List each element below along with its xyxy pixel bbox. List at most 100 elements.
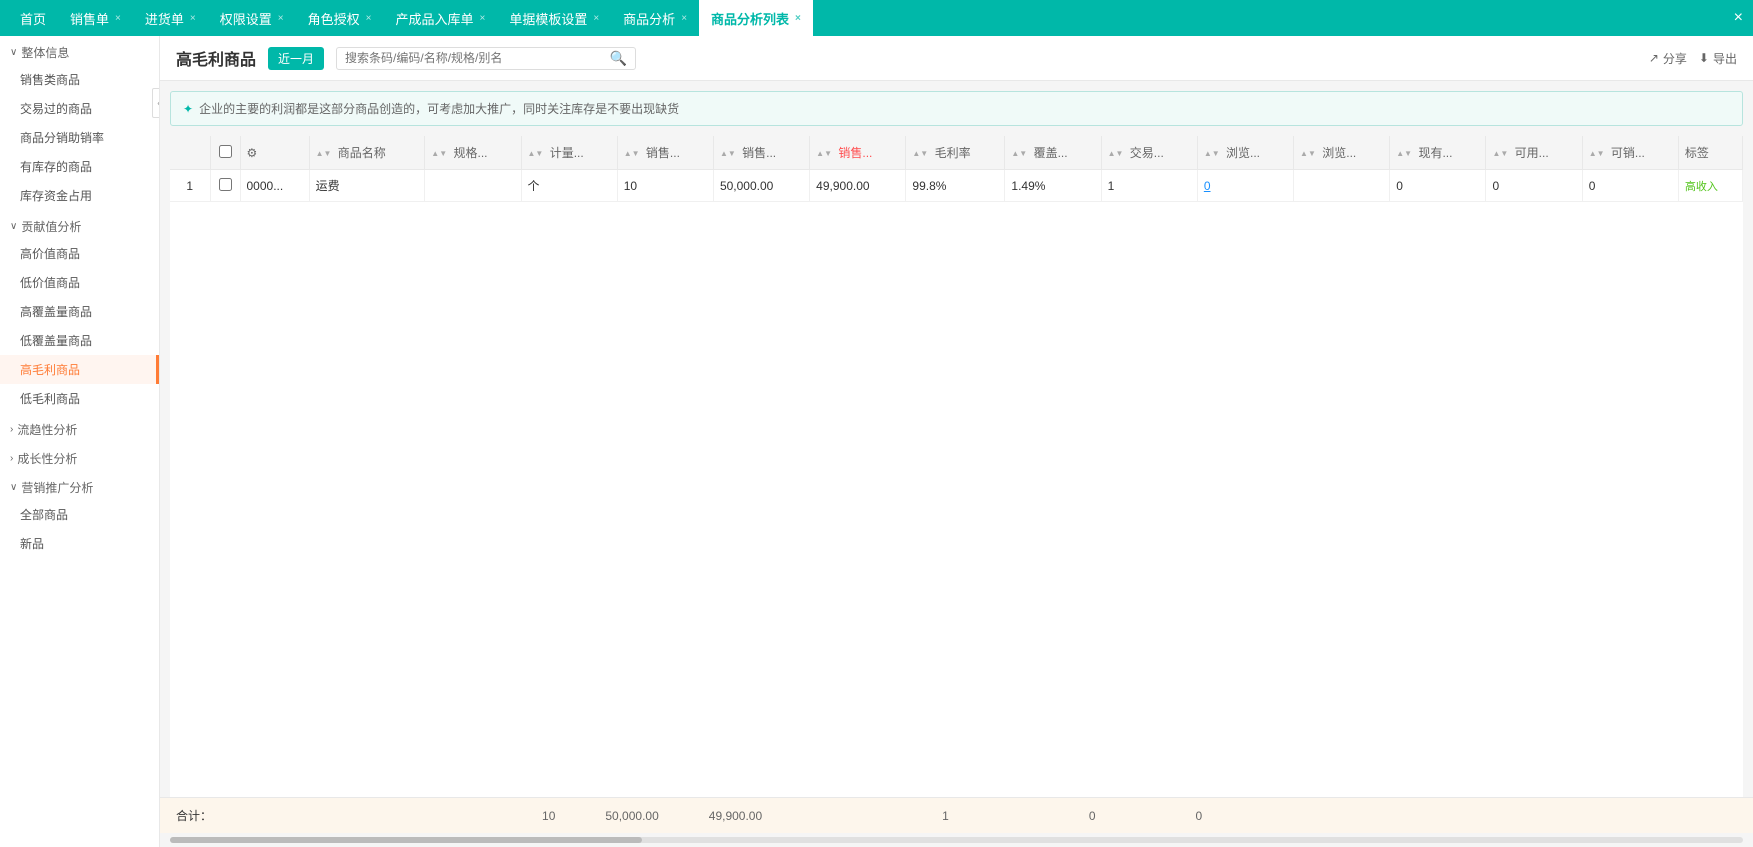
search-input[interactable] [345, 51, 610, 65]
cell-saleable-stock: 0 [1582, 170, 1678, 202]
total-sales-profit: 49,900.00 [709, 809, 762, 823]
cell-name: 运费 [309, 170, 425, 202]
col-header-current-stock: ▲▼ 现有... [1390, 136, 1486, 170]
sidebar-item-traded-goods[interactable]: 交易过的商品 [0, 94, 159, 123]
cell-browse2 [1294, 170, 1390, 202]
sort-icon[interactable]: ▲▼ [431, 149, 447, 158]
sidebar-item-low-margin[interactable]: 低毛利商品 [0, 384, 159, 413]
sidebar-group-marketing[interactable]: ∨ 营销推广分析 [0, 471, 159, 500]
scroll-thumb[interactable] [170, 837, 642, 843]
sidebar-group-trend[interactable]: › 流趋性分析 [0, 413, 159, 442]
sidebar-item-low-value[interactable]: 低价值商品 [0, 268, 159, 297]
page-title: 高毛利商品 [176, 46, 256, 70]
nav-home[interactable]: 首页 [8, 0, 58, 36]
col-header-margin-rate: ▲▼ 毛利率 [906, 136, 1005, 170]
sort-icon[interactable]: ▲▼ [624, 149, 640, 158]
nav-product-analysis[interactable]: 商品分析 × [611, 0, 699, 36]
sidebar-item-inventory-capital[interactable]: 库存资金占用 [0, 181, 159, 210]
sort-icon[interactable]: ▲▼ [1300, 149, 1316, 158]
sidebar-item-low-coverage[interactable]: 低覆盖量商品 [0, 326, 159, 355]
nav-purchase-order[interactable]: 进货单 × [133, 0, 208, 36]
cell-unit: 个 [521, 170, 617, 202]
table-row: 1 0000... 运费 个 10 50,000.00 49,900.00 99… [170, 170, 1743, 202]
cell-checkbox[interactable] [210, 170, 240, 202]
sort-icon[interactable]: ▲▼ [912, 149, 928, 158]
sort-icon[interactable]: ▲▼ [1492, 149, 1508, 158]
cell-current-stock: 0 [1390, 170, 1486, 202]
close-icon[interactable]: × [190, 13, 196, 24]
sidebar-item-high-coverage[interactable]: 高覆盖量商品 [0, 297, 159, 326]
sort-icon[interactable]: ▲▼ [1011, 149, 1027, 158]
sort-icon[interactable]: ▲▼ [816, 149, 832, 158]
header-actions: ↗ 分享 ⬇ 导出 [1649, 50, 1737, 67]
horizontal-scrollbar[interactable] [160, 833, 1753, 847]
select-all-checkbox[interactable] [219, 145, 232, 158]
sidebar-item-stocked-goods[interactable]: 有库存的商品 [0, 152, 159, 181]
col-header-spec: ▲▼ 规格... [425, 136, 521, 170]
share-button[interactable]: ↗ 分享 [1649, 50, 1687, 67]
search-box: 🔍 [336, 47, 636, 70]
cell-spec [425, 170, 521, 202]
row-checkbox[interactable] [219, 178, 232, 191]
sidebar-item-distribution-rate[interactable]: 商品分销助销率 [0, 123, 159, 152]
close-icon[interactable]: × [278, 13, 284, 24]
col-header-checkbox [210, 136, 240, 170]
data-table: ⚙ ▲▼ 商品名称 ▲▼ 规格... ▲▼ 计量... [170, 136, 1743, 202]
nav-permission-settings[interactable]: 权限设置 × [208, 0, 296, 36]
col-header-index [170, 136, 210, 170]
sort-icon[interactable]: ▲▼ [1589, 149, 1605, 158]
sidebar-item-sales-goods[interactable]: 销售类商品 [0, 65, 159, 94]
col-header-sales-profit: ▲▼ 销售... [810, 136, 906, 170]
cell-sales-profit: 49,900.00 [810, 170, 906, 202]
sidebar-item-all-goods[interactable]: 全部商品 [0, 500, 159, 529]
total-sales-amount: 50,000.00 [605, 809, 658, 823]
total-available-stock: 0 [1196, 809, 1203, 823]
col-header-browse2: ▲▼ 浏览... [1294, 136, 1390, 170]
nav-template-settings[interactable]: 单据模板设置 × [497, 0, 611, 36]
col-header-coverage: ▲▼ 覆盖... [1005, 136, 1101, 170]
sidebar-group-contribution[interactable]: ∨ 贡献值分析 [0, 210, 159, 239]
nav-role-auth[interactable]: 角色授权 × [296, 0, 384, 36]
column-settings-icon[interactable]: ⚙ [247, 146, 258, 160]
cell-browse1[interactable]: 0 [1197, 170, 1293, 202]
col-header-sales-qty: ▲▼ 销售... [617, 136, 713, 170]
search-icon[interactable]: 🔍 [610, 50, 627, 67]
totals-bar: 合计： 10 50,000.00 49,900.00 1 0 0 [160, 797, 1753, 833]
sidebar-item-high-value[interactable]: 高价值商品 [0, 239, 159, 268]
alert-bar: ✦ 企业的主要的利润都是这部分商品创造的，可考虑加大推广，同时关注库存是不要出现… [170, 91, 1743, 126]
sidebar-item-new-goods[interactable]: 新品 [0, 529, 159, 558]
sidebar: « ∨ 整体信息 销售类商品 交易过的商品 商品分销助销率 有库存的商品 库存资… [0, 36, 160, 847]
col-header-name: ▲▼ 商品名称 [309, 136, 425, 170]
nav-product-analysis-list[interactable]: 商品分析列表 × [699, 0, 813, 36]
top-navigation: 首页 销售单 × 进货单 × 权限设置 × 角色授权 × 产成品入库单 × 单据… [0, 0, 1753, 36]
sidebar-group-overall[interactable]: ∨ 整体信息 [0, 36, 159, 65]
sort-icon[interactable]: ▲▼ [528, 149, 544, 158]
content-area: 高毛利商品 近一月 🔍 ↗ 分享 ⬇ 导出 ✦ 企业的主要的利润都是这部分商品创… [160, 36, 1753, 847]
close-icon[interactable]: × [593, 13, 599, 24]
sort-icon[interactable]: ▲▼ [720, 149, 736, 158]
close-all-tabs-icon[interactable]: × [1734, 9, 1743, 27]
sort-icon[interactable]: ▲▼ [1108, 149, 1124, 158]
col-header-unit: ▲▼ 计量... [521, 136, 617, 170]
cell-sales-amount: 50,000.00 [713, 170, 809, 202]
sidebar-item-high-margin[interactable]: 高毛利商品 [0, 355, 159, 384]
sidebar-group-growth[interactable]: › 成长性分析 [0, 442, 159, 471]
sort-icon[interactable]: ▲▼ [1396, 149, 1412, 158]
chevron-down-icon: ∨ [10, 221, 17, 232]
close-icon[interactable]: × [115, 13, 121, 24]
total-current-stock: 0 [1089, 809, 1096, 823]
chevron-down-icon: ∨ [10, 482, 17, 493]
close-icon[interactable]: × [366, 13, 372, 24]
close-icon[interactable]: × [681, 13, 687, 24]
time-filter-button[interactable]: 近一月 [268, 47, 324, 70]
sort-icon[interactable]: ▲▼ [1204, 149, 1220, 158]
close-icon[interactable]: × [479, 13, 485, 24]
nav-product-warehouse[interactable]: 产成品入库单 × [383, 0, 497, 36]
total-transaction: 1 [942, 809, 949, 823]
close-icon[interactable]: × [795, 13, 801, 24]
share-icon: ↗ [1649, 51, 1659, 65]
nav-sales-order[interactable]: 销售单 × [58, 0, 133, 36]
sort-icon[interactable]: ▲▼ [316, 149, 332, 158]
export-button[interactable]: ⬇ 导出 [1699, 50, 1737, 67]
sidebar-toggle-button[interactable]: « [152, 88, 160, 118]
